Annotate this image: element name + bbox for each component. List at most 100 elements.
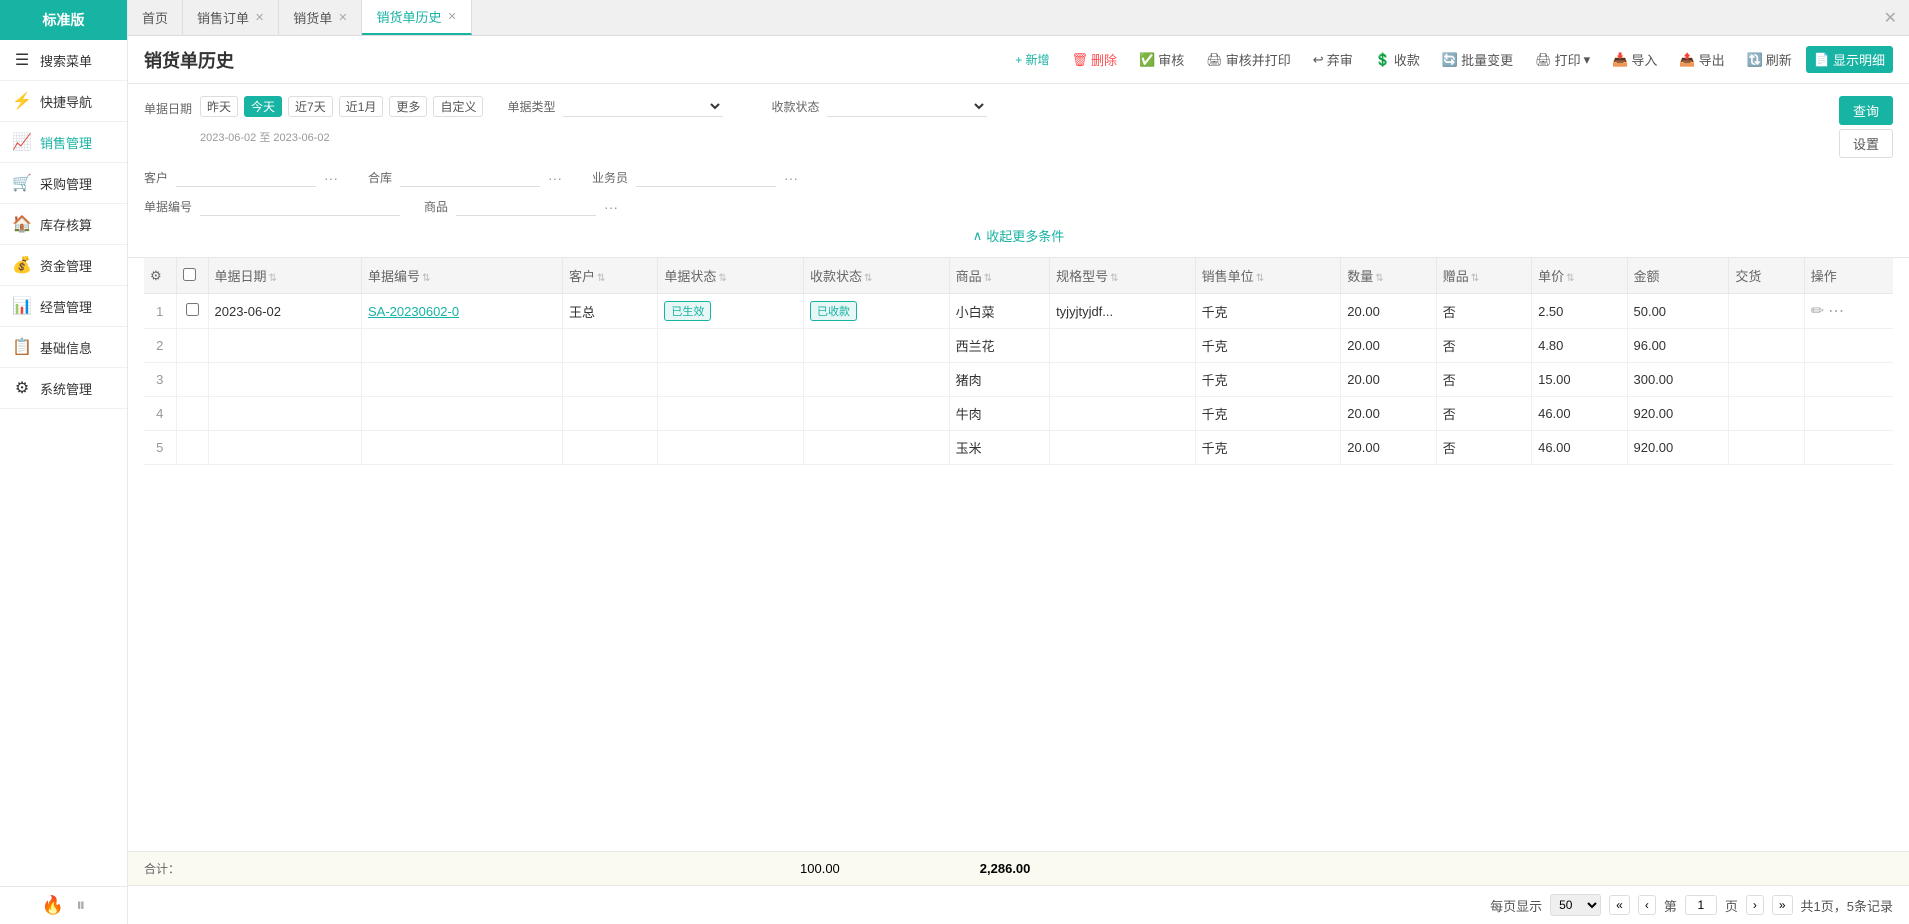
date-1month-btn[interactable]: 近1月 bbox=[339, 96, 384, 117]
sidebar-pause-icon[interactable]: ⏸ bbox=[76, 895, 85, 916]
next-page-btn[interactable]: › bbox=[1746, 895, 1764, 915]
row-docno-cell[interactable]: SA-20230602-0 bbox=[362, 294, 563, 329]
sidebar-item-operation[interactable]: 📊 经营管理 bbox=[0, 286, 127, 327]
filter-pay-status: 收款状态 bbox=[771, 96, 1011, 117]
col-checkbox[interactable] bbox=[176, 258, 208, 294]
row-spec-cell bbox=[1050, 329, 1196, 363]
row-num-cell: 5 bbox=[144, 431, 176, 465]
batch-change-button[interactable]: 🔄 批量变更 bbox=[1434, 46, 1521, 73]
date-today-btn[interactable]: 今天 bbox=[244, 96, 282, 117]
refresh-button[interactable]: 🔃 刷新 bbox=[1739, 46, 1800, 73]
sidebar-item-sales-mgmt[interactable]: 📈 销售管理 bbox=[0, 122, 127, 163]
tab-sales-order-close[interactable]: ✕ bbox=[255, 11, 264, 24]
date-yesterday-btn[interactable]: 昨天 bbox=[200, 96, 238, 117]
tab-sales-history-close[interactable]: ✕ bbox=[448, 10, 457, 23]
doc-type-select[interactable] bbox=[563, 96, 723, 117]
row-checkbox-cell[interactable] bbox=[176, 329, 208, 363]
audit-print-button[interactable]: 🖨 审核并打印 bbox=[1198, 46, 1299, 73]
row-checkbox[interactable] bbox=[186, 303, 199, 316]
row-checkbox-cell[interactable] bbox=[176, 363, 208, 397]
tab-home[interactable]: 首页 bbox=[128, 0, 183, 35]
table-footer: 合计： 100.00 2,286.00 bbox=[128, 851, 1909, 885]
sidebar-item-search-menu[interactable]: ☰ 搜索菜单 bbox=[0, 40, 127, 81]
tab-sales-history[interactable]: 销货单历史 ✕ bbox=[362, 0, 471, 35]
prev-page-btn[interactable]: ‹ bbox=[1638, 895, 1656, 915]
last-page-btn[interactable]: » bbox=[1772, 895, 1793, 915]
col-doc-status[interactable]: 单据状态⇅ bbox=[658, 258, 804, 294]
tab-bar: 首页 销售订单 ✕ 销货单 ✕ 销货单历史 ✕ ✕ bbox=[128, 0, 1909, 36]
goods-input[interactable] bbox=[456, 197, 596, 216]
select-all-checkbox[interactable] bbox=[183, 268, 196, 281]
pay-status-select[interactable] bbox=[827, 96, 987, 117]
row-checkbox-cell[interactable] bbox=[176, 294, 208, 329]
col-spec[interactable]: 规格型号⇅ bbox=[1050, 258, 1196, 294]
warehouse-input[interactable] bbox=[400, 168, 540, 187]
row-docno-cell[interactable] bbox=[362, 363, 563, 397]
more-icon[interactable]: ⋯ bbox=[1828, 301, 1844, 321]
row-docno-cell[interactable] bbox=[362, 329, 563, 363]
print-button[interactable]: 🖨 打印 ▾ bbox=[1527, 46, 1598, 73]
delete-button[interactable]: 🗑 删除 bbox=[1064, 46, 1126, 73]
sidebar-item-inventory[interactable]: 🏠 库存核算 bbox=[0, 204, 127, 245]
query-button[interactable]: 查询 bbox=[1839, 96, 1893, 125]
doc-no-input[interactable] bbox=[200, 197, 400, 216]
audit-print-icon: 🖨 bbox=[1206, 52, 1223, 68]
col-goods[interactable]: 商品⇅ bbox=[949, 258, 1049, 294]
table-row: 5 玉米 千克 20.00 否 46.00 920.00 bbox=[144, 431, 1893, 465]
new-button[interactable]: + 新增 bbox=[1007, 47, 1057, 72]
collapse-button[interactable]: ∧ 收起更多条件 bbox=[144, 226, 1893, 245]
import-button[interactable]: 📥 导入 bbox=[1604, 46, 1665, 73]
row-docno-cell[interactable] bbox=[362, 431, 563, 465]
export-button[interactable]: 📤 导出 bbox=[1671, 46, 1732, 73]
col-action: 操作 bbox=[1804, 258, 1893, 294]
warehouse-ellipsis[interactable]: ··· bbox=[548, 170, 562, 186]
customer-input[interactable] bbox=[176, 168, 316, 187]
salesperson-ellipsis[interactable]: ··· bbox=[784, 170, 798, 186]
col-doc-no[interactable]: 单据编号⇅ bbox=[362, 258, 563, 294]
row-checkbox-cell[interactable] bbox=[176, 397, 208, 431]
display-button[interactable]: 📄 显示明细 bbox=[1806, 46, 1893, 73]
row-checkbox-cell[interactable] bbox=[176, 431, 208, 465]
sidebar-fire-icon[interactable]: 🔥 bbox=[42, 895, 64, 916]
sidebar-item-sys-mgmt[interactable]: ⚙ 系统管理 bbox=[0, 368, 127, 409]
col-settings[interactable]: ⚙ bbox=[144, 258, 176, 294]
sidebar-item-finance[interactable]: 💰 资金管理 bbox=[0, 245, 127, 286]
collect-button[interactable]: 💲 收款 bbox=[1367, 46, 1428, 73]
row-docstatus-cell bbox=[658, 397, 804, 431]
col-qty[interactable]: 数量⇅ bbox=[1341, 258, 1436, 294]
salesperson-input[interactable] bbox=[636, 168, 776, 187]
row-gift-cell: 否 bbox=[1436, 397, 1531, 431]
goods-ellipsis[interactable]: ··· bbox=[604, 199, 618, 215]
tab-sales-order[interactable]: 销售订单 ✕ bbox=[183, 0, 279, 35]
tab-sales-goods-close[interactable]: ✕ bbox=[338, 11, 347, 24]
tab-bar-close-all[interactable]: ✕ bbox=[1872, 8, 1909, 28]
first-page-btn[interactable]: « bbox=[1609, 895, 1630, 915]
row-action-cell bbox=[1804, 329, 1893, 363]
edit-icon[interactable]: ✏ bbox=[1811, 301, 1824, 321]
settings-button[interactable]: 设置 bbox=[1839, 129, 1893, 158]
sidebar-item-base-info[interactable]: 📋 基础信息 bbox=[0, 327, 127, 368]
import-icon: 📥 bbox=[1612, 52, 1628, 68]
audit-button[interactable]: ✅ 审核 bbox=[1131, 46, 1192, 73]
row-docno-cell[interactable] bbox=[362, 397, 563, 431]
abandon-button[interactable]: ↩ 弃审 bbox=[1305, 46, 1361, 73]
page-number-input[interactable] bbox=[1685, 895, 1717, 915]
total-values: 100.00 2,286.00 bbox=[200, 861, 1030, 876]
col-date[interactable]: 单据日期⇅ bbox=[208, 258, 362, 294]
col-customer[interactable]: 客户⇅ bbox=[563, 258, 658, 294]
doc-no-link[interactable]: SA-20230602-0 bbox=[368, 304, 459, 319]
sidebar-item-purchase-mgmt[interactable]: 🛒 采购管理 bbox=[0, 163, 127, 204]
col-gift[interactable]: 赠品⇅ bbox=[1436, 258, 1531, 294]
sidebar-item-quick-nav[interactable]: ⚡ 快捷导航 bbox=[0, 81, 127, 122]
table-row: 4 牛肉 千克 20.00 否 46.00 920.00 bbox=[144, 397, 1893, 431]
col-pay-status[interactable]: 收款状态⇅ bbox=[804, 258, 950, 294]
customer-ellipsis[interactable]: ··· bbox=[324, 170, 338, 186]
per-page-select[interactable]: 50 100 bbox=[1550, 894, 1601, 916]
date-custom-btn[interactable]: 自定义 bbox=[433, 96, 483, 117]
col-price[interactable]: 单价⇅ bbox=[1532, 258, 1627, 294]
date-more-btn[interactable]: 更多 bbox=[389, 96, 427, 117]
col-amount: 金额 bbox=[1627, 258, 1729, 294]
col-unit[interactable]: 销售单位⇅ bbox=[1195, 258, 1341, 294]
tab-sales-goods[interactable]: 销货单 ✕ bbox=[279, 0, 362, 35]
date-7days-btn[interactable]: 近7天 bbox=[288, 96, 333, 117]
